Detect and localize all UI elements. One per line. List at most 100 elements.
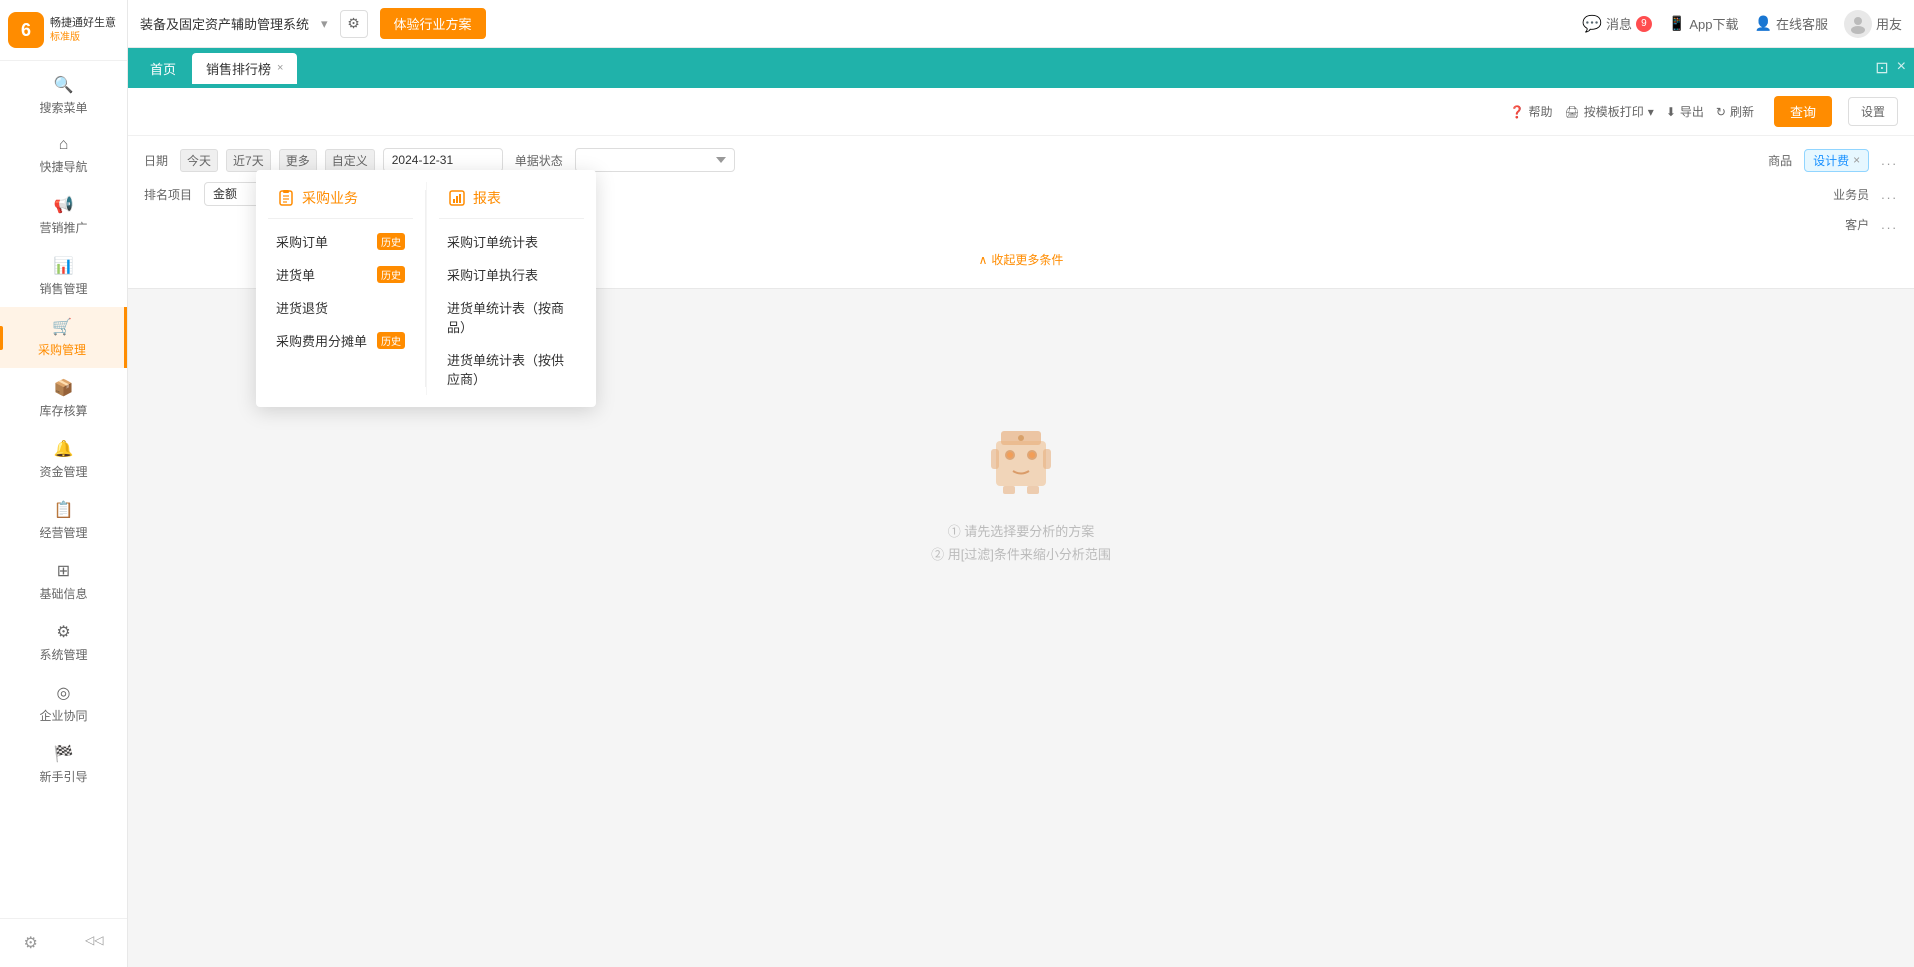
dropdown-business-header: 采购业务 [268,182,413,219]
online-service-item[interactable]: 👤 在线客服 [1755,14,1828,33]
date-7days-btn[interactable]: 近7天 [226,149,271,172]
sidebar-collapse-btn[interactable]: ◁◁ [81,929,107,957]
sidebar-item-marketing[interactable]: 📢 营销推广 [0,185,127,246]
date-more-btn[interactable]: 更多 [279,149,317,172]
service-icon: 👤 [1755,15,1772,32]
print-arrow[interactable]: ▾ [1648,105,1654,119]
report-order-stats-label: 采购订单统计表 [447,232,538,251]
rank-item-label: 排名项目 [144,186,192,203]
dropdown-item-purchase-order[interactable]: 采购订单 历史 [268,225,413,258]
sidebar-item-newbie[interactable]: 🏁 新手引导 [0,734,127,795]
system-icon: ⚙ [56,622,70,642]
sidebar-label-finance: 资金管理 [39,463,87,480]
refresh-label: 刷新 [1730,103,1754,120]
topbar-settings-button[interactable]: ⚙ [340,10,368,38]
report-order-exec-label: 采购订单执行表 [447,265,538,284]
phone-icon: 📱 [1668,15,1685,32]
tab-restore-btn[interactable]: ⊡ [1875,58,1888,78]
sidebar-label-newbie: 新手引导 [39,768,87,785]
refresh-btn[interactable]: ↻ 刷新 [1716,103,1754,120]
sidebar-bottom: ⚙ ◁◁ [0,918,127,967]
clipboard-icon [277,189,295,207]
date-today-btn[interactable]: 今天 [180,149,218,172]
date-custom-btn[interactable]: 自定义 [325,149,375,172]
sidebar-logo: 6 畅捷通好生意 标准版 [0,0,127,61]
settings-btn[interactable]: 设置 [1848,97,1898,126]
sidebar-item-operations[interactable]: 📋 经营管理 [0,490,127,551]
sidebar-item-enterprise[interactable]: ◎ 企业协同 [0,673,127,734]
help-icon: ❓ [1510,105,1525,119]
highlight-btn[interactable]: 体验行业方案 [380,8,486,39]
sidebar-label-inventory: 库存核算 [39,402,87,419]
notification-badge: 9 [1636,16,1652,32]
report-incoming-supplier-label: 进货单统计表（按供应商） [447,350,576,388]
sidebar-item-purchase[interactable]: 🛒 采购管理 [0,307,127,368]
date-input[interactable] [383,148,503,172]
marketing-icon: 📢 [54,195,74,215]
goods-tag-text: 设计费 [1813,152,1849,169]
print-btn[interactable]: 🖨 按模板打印 ▾ [1565,103,1654,120]
sidebar-item-inventory[interactable]: 📦 库存核算 [0,368,127,429]
sidebar-label-system: 系统管理 [39,646,87,663]
dropdown-item-report-incoming-goods[interactable]: 进货单统计表（按商品） [439,291,584,343]
basic-info-icon: ⊞ [57,561,70,581]
dropdown-item-report-order-exec[interactable]: 采购订单执行表 [439,258,584,291]
dropdown-cols: 采购业务 采购订单 历史 进货单 历史 进货退货 [256,182,596,395]
tab-close-icon[interactable]: × [277,62,283,74]
print-icon: 🖨 [1565,105,1580,119]
dropdown-report-header: 报表 [439,182,584,219]
notification-label: 消息 [1606,14,1632,33]
sidebar-label-purchase: 采购管理 [38,341,86,358]
finance-icon: 🔔 [54,439,74,459]
notification-item[interactable]: 💬 消息 9 [1582,14,1652,34]
tab-close-btn[interactable]: × [1897,58,1906,78]
sidebar-item-system[interactable]: ⚙ 系统管理 [0,612,127,673]
sidebar-item-quick-nav[interactable]: ⌂ 快捷导航 [0,126,127,185]
incoming-label: 进货单 [276,265,315,284]
sidebar-item-sales[interactable]: 📊 销售管理 [0,246,127,307]
sidebar-label-operations: 经营管理 [39,524,87,541]
doc-status-label: 单据状态 [515,152,563,169]
goods-dots[interactable]: ... [1881,153,1898,168]
tab-home-label: 首页 [150,59,176,78]
online-service-label: 在线客服 [1776,14,1828,33]
collapse-icon: ∧ [979,253,988,267]
dropdown-item-report-order-stats[interactable]: 采购订单统计表 [439,225,584,258]
export-btn[interactable]: ⬇ 导出 [1666,103,1704,120]
doc-status-select[interactable] [575,148,735,172]
home-icon: ⌂ [59,136,69,154]
sidebar-menu: 🔍 搜索菜单 ⌂ 快捷导航 📢 营销推广 📊 销售管理 🛒 采购管理 📦 [0,61,127,918]
purchase-icon: 🛒 [52,317,72,337]
dropdown-item-purchase-incoming[interactable]: 进货单 历史 [268,258,413,291]
user-label: 用友 [1876,14,1902,33]
sidebar-item-basic-info[interactable]: ⊞ 基础信息 [0,551,127,612]
customer-dots[interactable]: ... [1881,217,1898,232]
query-btn[interactable]: 查询 [1774,96,1832,127]
help-label: 帮助 [1529,103,1553,120]
topbar: 装备及固定资产辅助管理系统 ▾ ⚙ 体验行业方案 💬 消息 9 📱 App下载 … [128,0,1914,48]
incoming-history: 历史 [377,266,405,283]
dropdown-item-purchase-expense[interactable]: 采购费用分摊单 历史 [268,324,413,357]
tab-home[interactable]: 首页 [136,53,190,84]
dropdown-item-report-incoming-supplier[interactable]: 进货单统计表（按供应商） [439,343,584,395]
logo-edition: 标准版 [50,31,116,44]
toolbar-row: ❓ 帮助 🖨 按模板打印 ▾ ⬇ 导出 ↻ 刷新 查询 设置 [128,88,1914,136]
system-title: 装备及固定资产辅助管理系统 [140,14,309,33]
report-incoming-goods-label: 进货单统计表（按商品） [447,298,576,336]
business-header-icon [276,188,296,208]
goods-tag-close-icon[interactable]: × [1853,153,1860,167]
tab-sales-rank[interactable]: 销售排行榜 × [192,53,297,84]
help-btn[interactable]: ❓ 帮助 [1510,103,1553,120]
export-icon: ⬇ [1666,105,1676,119]
sidebar-item-finance[interactable]: 🔔 资金管理 [0,429,127,490]
app-download-item[interactable]: 📱 App下载 [1668,14,1739,33]
topbar-dropdown-arrow[interactable]: ▾ [321,16,328,32]
sidebar-item-search[interactable]: 🔍 搜索菜单 [0,65,127,126]
user-item[interactable]: 用友 [1844,10,1902,38]
sidebar-settings-btn[interactable]: ⚙ [20,929,42,957]
salesperson-dots[interactable]: ... [1881,187,1898,202]
purchase-dropdown-menu: 采购业务 采购订单 历史 进货单 历史 进货退货 [256,170,596,407]
dropdown-item-purchase-return[interactable]: 进货退货 [268,291,413,324]
sidebar: 6 畅捷通好生意 标准版 🔍 搜索菜单 ⌂ 快捷导航 📢 营销推广 📊 [0,0,128,967]
sales-icon: 📊 [54,256,74,276]
